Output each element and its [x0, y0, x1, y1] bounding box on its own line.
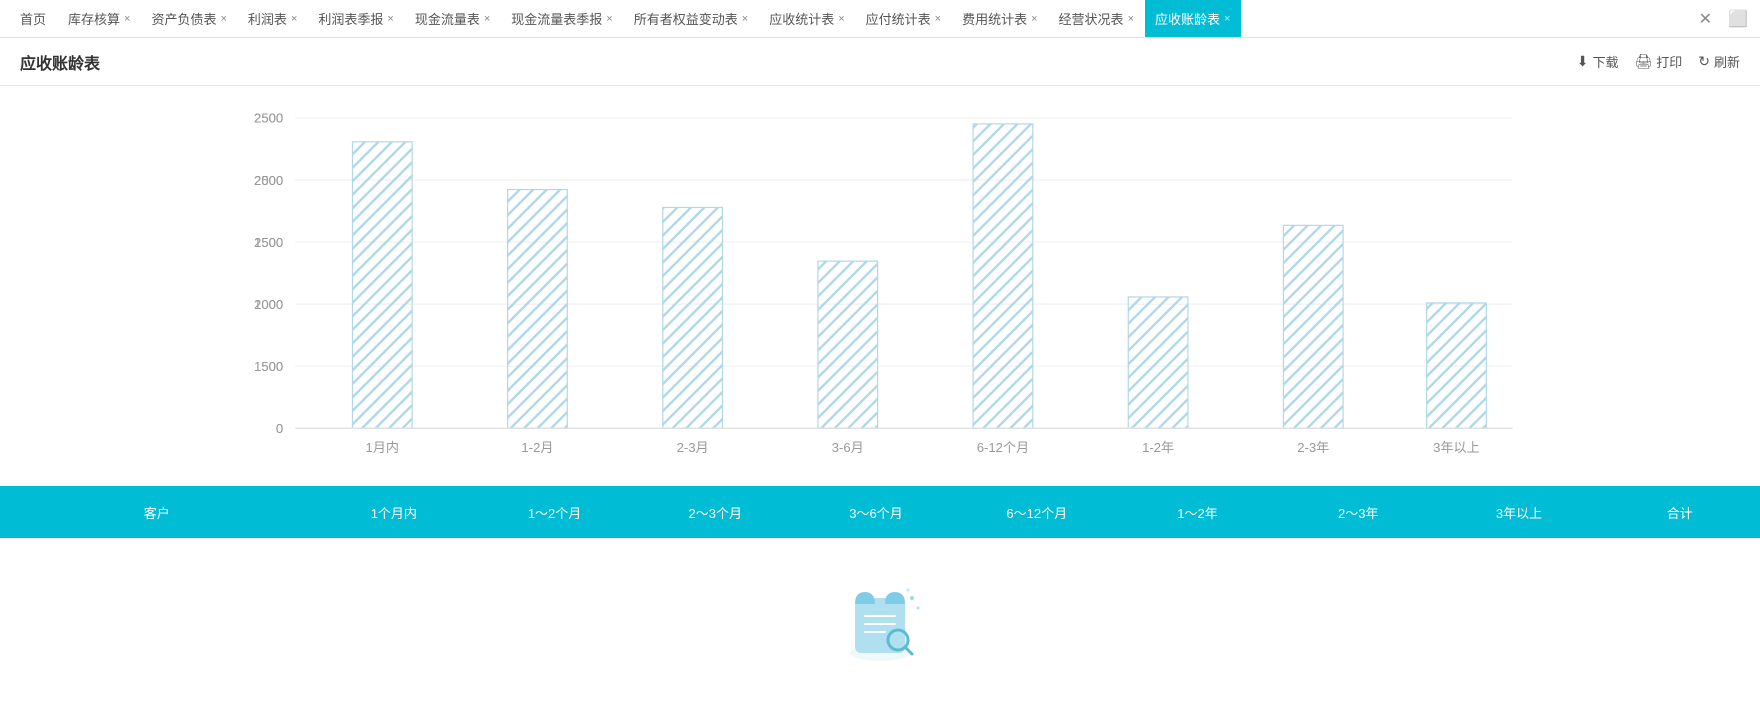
- close-income-tab[interactable]: ×: [291, 13, 297, 25]
- bar-year3plus: [1427, 303, 1487, 428]
- col-header-month3-6: 3～6个月: [796, 503, 957, 522]
- close-ar-stats-tab[interactable]: ×: [838, 13, 844, 25]
- bar-chart-svg: 2500 2500 2500 2000 1500 0 2500 2000 150…: [40, 106, 1720, 476]
- main-content: 2500 2500 2500 2000 1500 0 2500 2000 150…: [0, 86, 1760, 720]
- col-header-month6-12: 6～12个月: [956, 503, 1117, 522]
- refresh-button[interactable]: ↻ 刷新: [1698, 52, 1740, 71]
- close-ar-aging-tab[interactable]: ×: [1224, 13, 1230, 25]
- col-header-year3plus: 3年以上: [1439, 503, 1600, 522]
- tab-home[interactable]: 首页: [8, 9, 58, 28]
- bar-month1-2: [508, 190, 568, 429]
- col-header-customer: 客户: [0, 503, 313, 522]
- page-header: 应收账龄表 ⬇ 下载 🖨 打印 ↻ 刷新: [0, 38, 1760, 86]
- chart-area: 2500 2500 2500 2000 1500 0 2500 2000 150…: [0, 86, 1760, 486]
- col-header-year1-2: 1～2年: [1117, 503, 1278, 522]
- tab-ar-stats[interactable]: 应收统计表 ×: [759, 0, 855, 38]
- svg-text:0: 0: [276, 421, 283, 436]
- col-header-total: 合计: [1599, 503, 1760, 522]
- tab-inventory[interactable]: 库存核算 ×: [58, 0, 141, 38]
- tab-equity[interactable]: 所有者权益变动表 ×: [624, 0, 759, 38]
- tab-bar: 首页 库存核算 × 资产负债表 × 利润表 × 利润表季报 × 现金流量表 × …: [0, 0, 1760, 38]
- svg-text:6-12个月: 6-12个月: [977, 440, 1029, 455]
- svg-text:500: 500: [261, 359, 283, 374]
- col-header-year2-3: 2～3年: [1278, 503, 1439, 522]
- refresh-icon: ↻: [1698, 53, 1710, 70]
- svg-text:2500: 2500: [254, 111, 283, 126]
- tab-cashflow[interactable]: 现金流量表 ×: [405, 0, 501, 38]
- svg-text:1000: 1000: [254, 297, 283, 312]
- svg-text:3年以上: 3年以上: [1433, 440, 1480, 455]
- bar-month1: [352, 142, 412, 428]
- close-equity-tab[interactable]: ×: [742, 13, 748, 25]
- svg-text:2-3月: 2-3月: [677, 440, 709, 455]
- col-header-month1-2: 1～2个月: [474, 503, 635, 522]
- tab-expense-stats[interactable]: 费用统计表 ×: [952, 0, 1048, 38]
- header-actions: ⬇ 下载 🖨 打印 ↻ 刷新: [1577, 52, 1740, 71]
- empty-state: [0, 538, 1760, 698]
- empty-state-icon: [830, 578, 930, 668]
- tab-bar-actions: ✕ ⬜: [1695, 7, 1752, 31]
- svg-text:2000: 2000: [254, 173, 283, 188]
- close-ap-stats-tab[interactable]: ×: [935, 13, 941, 25]
- page-title: 应收账龄表: [20, 50, 100, 74]
- svg-text:1-2年: 1-2年: [1142, 440, 1174, 455]
- tab-income-quarterly[interactable]: 利润表季报 ×: [308, 0, 404, 38]
- bar-month6-12: [973, 124, 1033, 428]
- window-maximize-btn[interactable]: ⬜: [1724, 7, 1752, 31]
- bar-month3-6: [818, 261, 878, 428]
- window-close-btn[interactable]: ✕: [1695, 7, 1716, 31]
- close-balance-tab[interactable]: ×: [220, 13, 226, 25]
- svg-text:1月内: 1月内: [366, 440, 400, 455]
- bar-year1-2: [1128, 297, 1188, 428]
- bar-month2-3: [663, 207, 723, 428]
- tab-ar-aging[interactable]: 应收账龄表 ×: [1145, 0, 1241, 38]
- svg-text:2-3年: 2-3年: [1297, 440, 1329, 455]
- tab-operations[interactable]: 经营状况表 ×: [1049, 0, 1145, 38]
- tab-ap-stats[interactable]: 应付统计表 ×: [856, 0, 952, 38]
- col-header-month2-3: 2～3个月: [635, 503, 796, 522]
- print-button[interactable]: 🖨 打印: [1634, 52, 1682, 71]
- svg-text:1500: 1500: [254, 235, 283, 250]
- close-cashflow-tab[interactable]: ×: [484, 13, 490, 25]
- tab-income[interactable]: 利润表 ×: [238, 0, 308, 38]
- print-icon: 🖨: [1634, 53, 1652, 70]
- svg-text:1-2月: 1-2月: [521, 440, 553, 455]
- close-operations-tab[interactable]: ×: [1128, 13, 1134, 25]
- download-button[interactable]: ⬇ 下载: [1577, 52, 1619, 71]
- download-icon: ⬇: [1577, 53, 1589, 70]
- close-inventory-tab[interactable]: ×: [124, 13, 130, 25]
- close-income-quarterly-tab[interactable]: ×: [387, 13, 393, 25]
- table-header: 客户 1个月内 1～2个月 2～3个月 3～6个月 6～12个月 1～2年 2～…: [0, 486, 1760, 538]
- tab-cashflow-quarterly[interactable]: 现金流量表季报 ×: [501, 0, 623, 38]
- col-header-month1: 1个月内: [313, 503, 474, 522]
- close-expense-stats-tab[interactable]: ×: [1031, 13, 1037, 25]
- svg-text:3-6月: 3-6月: [832, 440, 864, 455]
- close-cashflow-quarterly-tab[interactable]: ×: [606, 13, 612, 25]
- bar-year2-3: [1283, 225, 1343, 428]
- tab-balance-sheet[interactable]: 资产负债表 ×: [141, 0, 237, 38]
